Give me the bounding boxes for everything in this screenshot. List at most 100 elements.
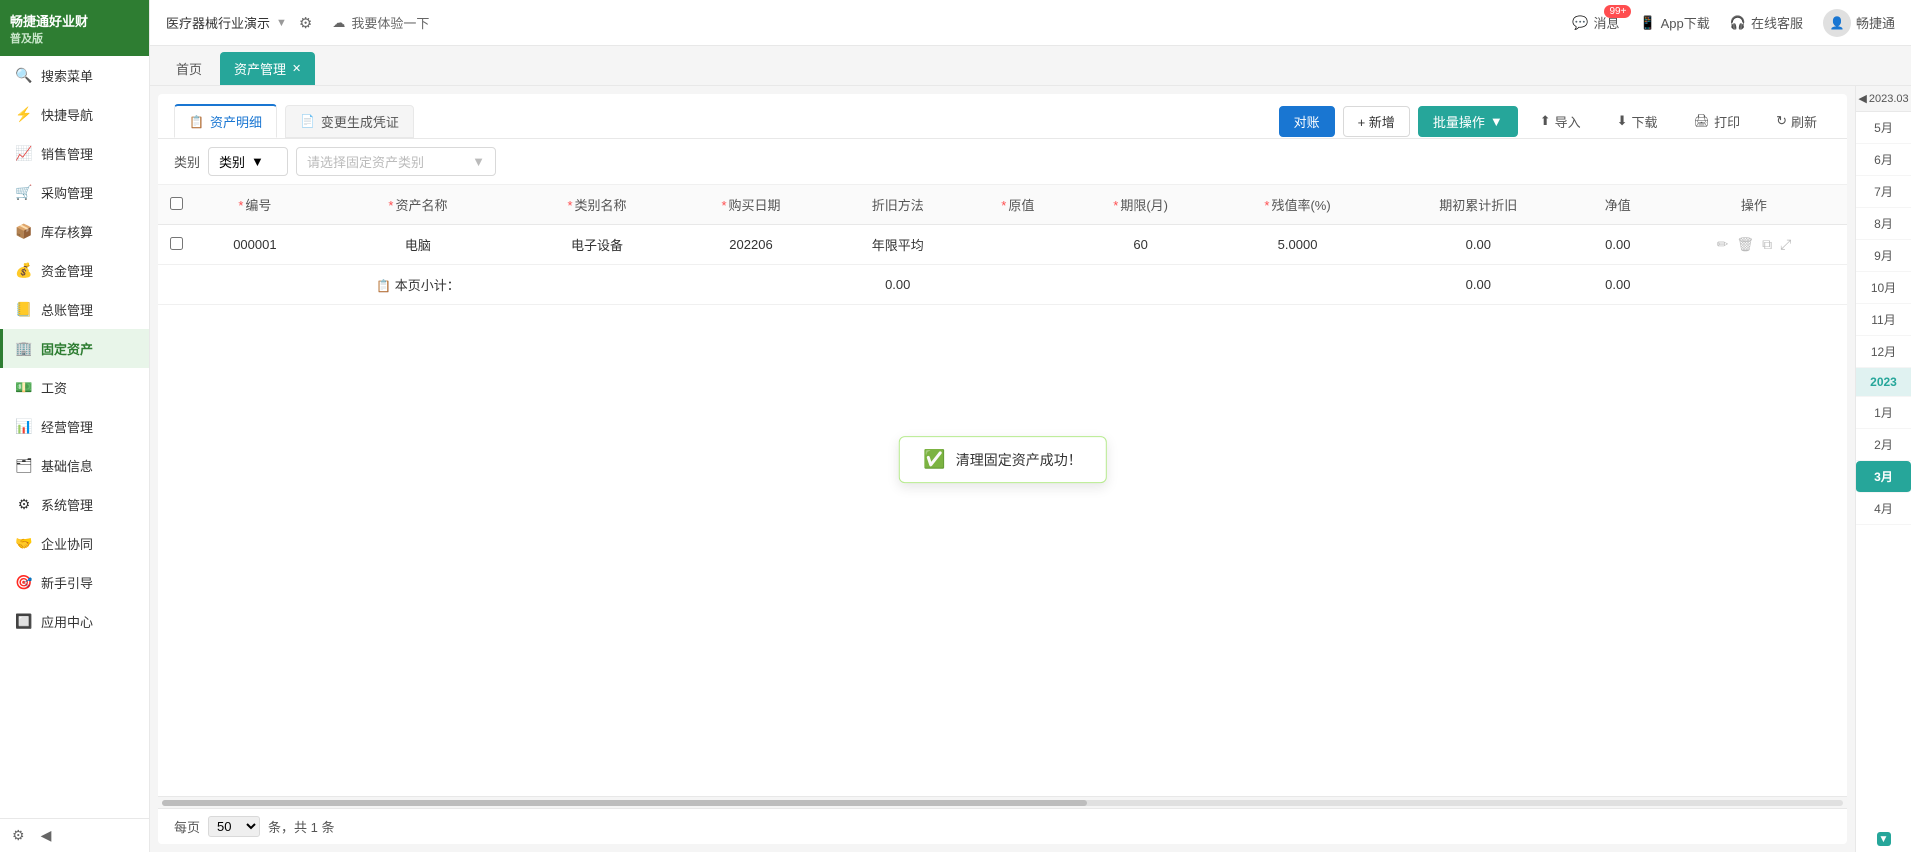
tab-close-icon[interactable]: ✕ [292, 62, 301, 75]
sidebar-icon-8: 💵 [15, 379, 33, 396]
category-type-select[interactable]: 类别 ▼ [208, 147, 288, 176]
calendar-expand-button[interactable]: ▼ [1877, 832, 1891, 846]
sidebar-item-采购管理[interactable]: 🛒采购管理 [0, 173, 149, 212]
sidebar-item-搜索菜单[interactable]: 🔍 搜索菜单 [0, 56, 149, 95]
sidebar-label-5: 资金管理 [41, 261, 93, 280]
sidebar-icon-10: 🗂 [15, 457, 33, 474]
horizontal-scrollbar[interactable] [158, 796, 1847, 808]
sidebar-icon-0: 🔍 [15, 67, 33, 84]
sidebar-item-新手引导[interactable]: 🎯新手引导 [0, 563, 149, 602]
sub-tab-asset-detail[interactable]: 📋 资产明细 [174, 104, 277, 138]
copy-icon[interactable]: ⧉ [1762, 236, 1772, 253]
sidebar-item-固定资产[interactable]: 🏢固定资产 [0, 329, 149, 368]
per-page-select[interactable]: 50 100 200 [208, 816, 260, 837]
subtotal-net: 0.00 [1575, 265, 1661, 305]
category-name-select[interactable]: 请选择固定资产类别 ▼ [296, 147, 496, 176]
sidebar-label-0: 搜索菜单 [41, 66, 93, 85]
calendar-month-2022-7月[interactable]: 7月 [1856, 176, 1911, 208]
print-icon: 🖨 [1694, 113, 1711, 129]
sidebar-item-应用中心[interactable]: 🔲应用中心 [0, 602, 149, 641]
row-operations: ✏ 🗑 ⧉ ⤢ [1661, 225, 1847, 265]
th-operations: 操作 [1661, 185, 1847, 225]
calendar-month-2022-5月[interactable]: 5月 [1856, 112, 1911, 144]
messages-button[interactable]: 💬 消息 99+ [1572, 13, 1619, 32]
sidebar-item-系统管理[interactable]: ⚙系统管理 [0, 485, 149, 524]
reconcile-button[interactable]: 对账 [1279, 106, 1335, 137]
sidebar-item-资金管理[interactable]: 💰资金管理 [0, 251, 149, 290]
settings-icon[interactable]: ⚙ [12, 827, 25, 844]
subtotal-empty-1 [158, 265, 194, 305]
th-name: *资产名称 [316, 185, 520, 225]
experience-label: 我要体验一下 [351, 13, 429, 32]
calendar-month-2023-1月[interactable]: 1月 [1856, 397, 1911, 429]
batch-ops-label: 批量操作 [1433, 112, 1485, 131]
delete-icon[interactable]: 🗑 [1736, 236, 1754, 253]
subtotal-icon: 📋 [376, 279, 391, 293]
sidebar-item-基础信息[interactable]: 🗂基础信息 [0, 446, 149, 485]
sidebar-label-14: 应用中心 [41, 612, 93, 631]
tab-asset-management[interactable]: 资产管理 ✕ [220, 52, 315, 85]
th-category: *类别名称 [520, 185, 674, 225]
calendar-month-2023-4月[interactable]: 4月 [1856, 493, 1911, 525]
new-button[interactable]: + 新增 [1343, 106, 1410, 137]
row-checkbox[interactable] [170, 237, 183, 250]
sidebar-item-快捷导航[interactable]: ⚡快捷导航 [0, 95, 149, 134]
online-service-button[interactable]: 🎧 在线客服 [1730, 13, 1803, 32]
refresh-icon: ↻ [1776, 113, 1787, 129]
messages-badge: 99+ [1604, 5, 1631, 18]
th-residual-rate: *残值率(%) [1213, 185, 1382, 225]
refresh-button[interactable]: ↻ 刷新 [1762, 107, 1831, 136]
topbar: 医疗器械行业演示 ▼ ⚙ ☁ 我要体验一下 💬 消息 99+ 📱 App下载 🎧… [150, 0, 1911, 46]
new-label: + 新增 [1358, 112, 1395, 131]
calendar-month-2022-6月[interactable]: 6月 [1856, 144, 1911, 176]
download-button[interactable]: ⬇ 下载 [1603, 107, 1672, 136]
sidebar-item-工资[interactable]: 💵工资 [0, 368, 149, 407]
calendar-month-2022-9月[interactable]: 9月 [1856, 240, 1911, 272]
calendar-month-2022-10月[interactable]: 10月 [1856, 272, 1911, 304]
sidebar-item-经营管理[interactable]: 📊经营管理 [0, 407, 149, 446]
th-net-value: 净值 [1575, 185, 1661, 225]
import-button[interactable]: ⬆ 导入 [1526, 107, 1595, 136]
calendar-header: ◀ 2023.03 [1856, 86, 1911, 112]
calendar-month-2023-3月[interactable]: 3月 [1856, 461, 1911, 493]
print-button[interactable]: 🖨 打印 [1680, 107, 1755, 136]
row-name: 电脑 [316, 225, 520, 265]
user-avatar-button[interactable]: 👤 畅捷通 [1823, 9, 1895, 37]
calendar-month-2023-2月[interactable]: 2月 [1856, 429, 1911, 461]
calendar-month-2022-11月[interactable]: 11月 [1856, 304, 1911, 336]
sidebar-item-总账管理[interactable]: 📒总账管理 [0, 290, 149, 329]
sidebar-icon-7: 🏢 [15, 340, 33, 357]
tab-home[interactable]: 首页 [162, 52, 216, 85]
row-net-value: 0.00 [1575, 225, 1661, 265]
calendar-expand-icon[interactable]: ◀ [1858, 92, 1866, 105]
sidebar-icon-3: 🛒 [15, 184, 33, 201]
batch-ops-button[interactable]: 批量操作 ▼ [1418, 106, 1518, 137]
calendar-month-2022-8月[interactable]: 8月 [1856, 208, 1911, 240]
sidebar-item-库存核算[interactable]: 📦库存核算 [0, 212, 149, 251]
settings-gear-icon[interactable]: ⚙ [299, 14, 312, 32]
tabbar: 首页 资产管理 ✕ [150, 46, 1911, 86]
edit-icon[interactable]: ✏ [1717, 236, 1729, 253]
sidebar-label-9: 经营管理 [41, 417, 93, 436]
app-logo: 畅捷通好业财 普及版 [0, 0, 149, 56]
row-code: 000001 [194, 225, 316, 265]
app-download-button[interactable]: 📱 App下载 [1639, 13, 1709, 32]
row-accumulated-depreciation: 0.00 [1382, 225, 1575, 265]
row-residual-rate: 5.0000 [1213, 225, 1382, 265]
toast-success-icon: ✅ [923, 449, 945, 470]
calendar-month-2022-12月[interactable]: 12月 [1856, 336, 1911, 368]
experience-button[interactable]: ☁ 我要体验一下 [332, 13, 429, 32]
sub-tab-change-voucher[interactable]: 📄 变更生成凭证 [285, 105, 414, 138]
select-all-checkbox[interactable] [170, 197, 183, 210]
tab-asset-label: 资产管理 [234, 59, 286, 78]
row-original-value [967, 225, 1068, 265]
topbar-right: 💬 消息 99+ 📱 App下载 🎧 在线客服 👤 畅捷通 [1572, 9, 1895, 37]
more-icon[interactable]: ⤢ [1780, 236, 1791, 253]
sidebar-item-销售管理[interactable]: 📈销售管理 [0, 134, 149, 173]
collapse-icon[interactable]: ◀ [41, 827, 52, 844]
sidebar-item-企业协同[interactable]: 🤝企业协同 [0, 524, 149, 563]
username: 畅捷通 [1856, 13, 1895, 32]
row-checkbox-cell [158, 225, 194, 265]
sub-tab-change-voucher-label: 变更生成凭证 [321, 112, 399, 131]
company-selector[interactable]: 医疗器械行业演示 ▼ [166, 13, 287, 32]
